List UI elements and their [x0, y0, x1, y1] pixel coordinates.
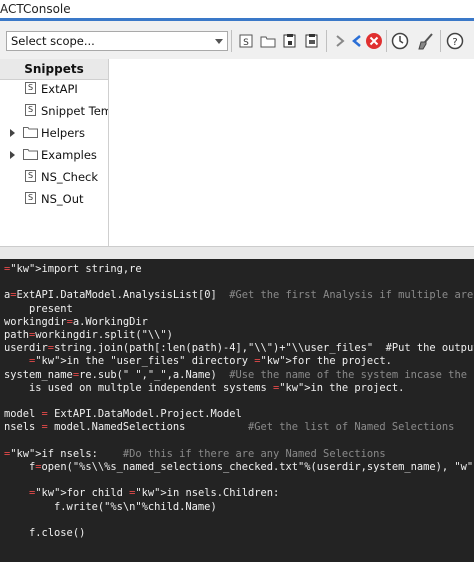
snippet-icon: S: [25, 82, 36, 94]
code-line[interactable]: nsels = model.NamedSelections #Get the l…: [4, 421, 454, 434]
folder-item-examples[interactable]: Examples: [0, 145, 108, 165]
snippets-panel: Snippets S ExtAPI S Snippet Tem Helpers …: [0, 59, 109, 257]
stop-icon[interactable]: [365, 32, 383, 50]
horizontal-scrollbar[interactable]: [0, 246, 474, 259]
svg-text:S: S: [243, 38, 249, 48]
snippet-item-extapi[interactable]: S ExtAPI: [0, 79, 108, 99]
toolbar-separator: [231, 30, 232, 52]
svg-text:?: ?: [452, 37, 457, 48]
code-line[interactable]: ="kw">for child ="kw">in nsels.Children:: [4, 487, 279, 500]
snippet-item-label: Snippet Tem: [41, 104, 108, 118]
code-line[interactable]: workingdir=a.WorkingDir: [4, 316, 148, 329]
code-editor[interactable]: ="kw">import string,re a=ExtAPI.DataModel…: [0, 259, 474, 562]
toolbar-separator: [386, 30, 387, 52]
snippets-header: Snippets: [0, 59, 108, 80]
forward-arrow-icon[interactable]: [331, 32, 349, 50]
new-folder-icon[interactable]: [259, 32, 277, 50]
code-line[interactable]: present: [4, 303, 73, 316]
snippet-item-ns-out[interactable]: S NS_Out: [0, 189, 108, 209]
code-line[interactable]: is used on multple independent systems =…: [4, 382, 404, 395]
snippet-item-label: NS_Out: [41, 192, 84, 206]
code-line[interactable]: path=workingdir.split("\\"): [4, 329, 173, 342]
title-bar: ACTConsole: [0, 0, 474, 20]
import-icon[interactable]: [281, 32, 299, 50]
help-icon[interactable]: ?: [446, 32, 464, 50]
code-line[interactable]: userdir=string.join(path[:len(path)-4],"…: [4, 342, 474, 355]
code-line[interactable]: ="kw">in the "user_files" directory ="kw…: [4, 355, 392, 368]
folder-item-label: Helpers: [41, 126, 86, 140]
output-panel: [109, 59, 474, 257]
snippet-item-template[interactable]: S Snippet Tem: [0, 101, 108, 121]
snippet-icon: S: [25, 104, 36, 116]
code-line[interactable]: f.close(): [4, 527, 85, 540]
folder-item-helpers[interactable]: Helpers: [0, 123, 108, 143]
code-line[interactable]: a=ExtAPI.DataModel.AnalysisList[0] #Get …: [4, 289, 473, 302]
back-arrow-icon[interactable]: [348, 32, 366, 50]
toolbar: Select scope... S ?: [0, 21, 474, 60]
folder-item-label: Examples: [41, 148, 97, 162]
folder-icon: [23, 149, 38, 160]
code-line[interactable]: model = ExtAPI.DataModel.Project.Model: [4, 408, 242, 421]
toolbar-separator: [440, 30, 441, 52]
code-line[interactable]: ="kw">import string,re: [4, 263, 142, 276]
code-line[interactable]: f.write("%s\n"%child.Name): [4, 501, 217, 514]
snippet-icon[interactable]: S: [237, 32, 255, 50]
snippet-item-label: ExtAPI: [41, 82, 78, 96]
snippet-item-label: NS_Check: [41, 170, 99, 184]
chevron-down-icon[interactable]: [215, 39, 223, 44]
expand-arrow-icon[interactable]: [10, 129, 15, 137]
clear-brush-icon[interactable]: [417, 32, 435, 50]
clock-icon[interactable]: [391, 32, 409, 50]
code-line[interactable]: f=open("%s\\%s_named_selections_checked.…: [4, 461, 474, 474]
scope-select[interactable]: Select scope...: [6, 31, 228, 51]
snippet-item-ns-check[interactable]: S NS_Check: [0, 167, 108, 187]
scope-select-label: Select scope...: [11, 34, 95, 48]
export-icon[interactable]: [303, 32, 321, 50]
snippet-icon: S: [25, 192, 36, 204]
folder-icon: [23, 127, 38, 138]
toolbar-separator: [326, 30, 327, 52]
code-line[interactable]: system_name=re.sub(" ","_",a.Name) #Use …: [4, 369, 474, 382]
snippet-icon: S: [25, 170, 36, 182]
expand-arrow-icon[interactable]: [10, 151, 15, 159]
window-title: ACTConsole: [0, 2, 71, 16]
code-line[interactable]: ="kw">if nsels: #Do this if there are an…: [4, 448, 386, 461]
